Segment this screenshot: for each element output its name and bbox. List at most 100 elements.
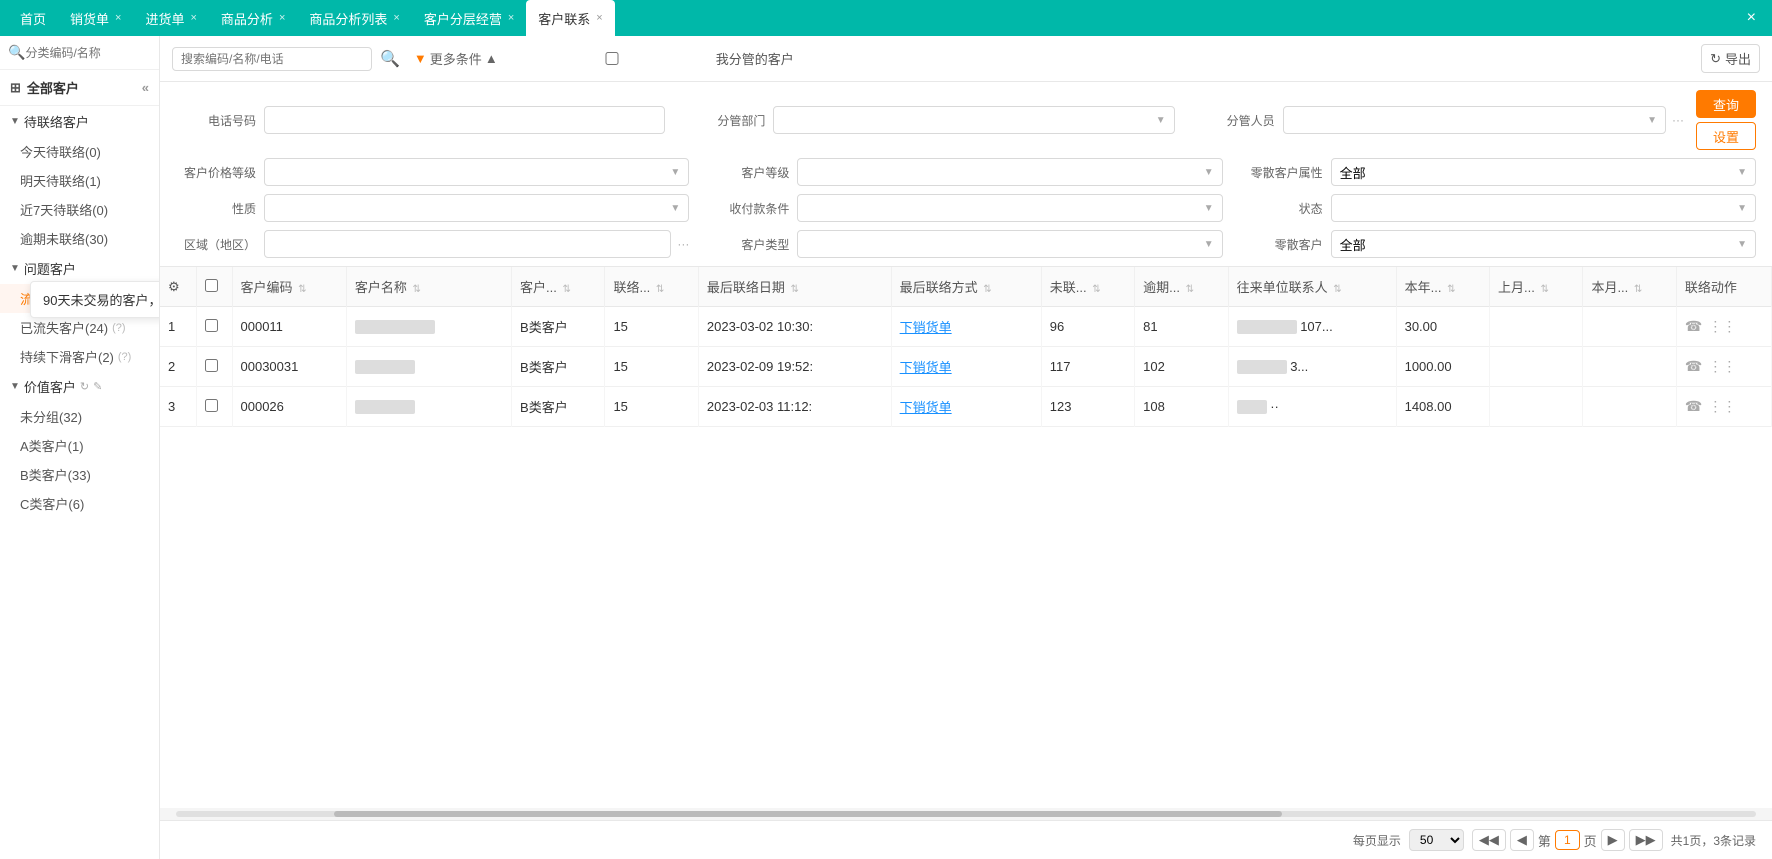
tab-customer-tier-close[interactable]: × [508, 12, 514, 24]
action-contact-icon-1[interactable]: ☎ [1685, 358, 1702, 375]
sidebar-group-problem[interactable]: ▼ 问题客户 [0, 253, 159, 284]
cell-last-method-0[interactable]: 下销货单 [891, 307, 1041, 347]
filter-input-phone[interactable] [264, 106, 665, 134]
next-page-button[interactable]: ▶ [1601, 829, 1625, 851]
action-contact-icon-0[interactable]: ☎ [1685, 318, 1702, 335]
tab-home[interactable]: 首页 [8, 0, 58, 36]
cell-not-contacted-0: 96 [1041, 307, 1134, 347]
prev-page-button[interactable]: ◀ [1510, 829, 1534, 851]
tab-customer-contact-close[interactable]: × [596, 12, 602, 24]
filter-select-person[interactable]: ▼ [1283, 106, 1666, 134]
filter-select-dept[interactable]: ▼ [773, 106, 1174, 134]
filter-select-retail[interactable]: 全部 ▼ [1331, 230, 1756, 258]
my-customers-filter[interactable]: 我分管的客户 [512, 49, 794, 68]
sidebar-item-overdue[interactable]: 逾期未联络(30) [0, 224, 159, 253]
col-this-year-label: 本年... [1405, 280, 1442, 295]
sidebar-item-class-a[interactable]: A类客户(1) [0, 431, 159, 460]
sort-icon-method[interactable]: ⇅ [983, 284, 991, 295]
tab-product-list-close[interactable]: × [393, 12, 399, 24]
sort-icon-contact-person[interactable]: ⇅ [1333, 284, 1341, 295]
sidebar-item-ungrouped[interactable]: 未分组(32) [0, 402, 159, 431]
tab-sales[interactable]: 销货单 × [58, 0, 133, 36]
sidebar-item-today[interactable]: 今天待联络(0) [0, 137, 159, 166]
last-method-link-0[interactable]: 下销货单 [900, 320, 952, 335]
row-checkbox-1[interactable] [205, 359, 218, 372]
tab-purchase[interactable]: 进货单 × [133, 0, 208, 36]
col-settings[interactable]: ⚙ [160, 267, 196, 307]
cell-checkbox-0[interactable] [196, 307, 232, 347]
filter-select-region[interactable] [264, 230, 671, 258]
filter-dots-person[interactable]: ··· [1672, 113, 1684, 127]
first-page-button[interactable]: ◀◀ [1472, 829, 1506, 851]
sidebar-group-pending[interactable]: ▼ 待联络客户 [0, 106, 159, 137]
search-button[interactable]: 🔍 [380, 49, 400, 69]
export-button[interactable]: ↻ 导出 [1701, 44, 1760, 73]
refresh-icon[interactable]: ↻ [80, 380, 89, 393]
horizontal-scrollbar[interactable] [160, 808, 1772, 820]
filter-select-status[interactable]: ▼ [1331, 194, 1756, 222]
sort-icon-contact[interactable]: ⇅ [656, 284, 664, 295]
tab-customer-tier[interactable]: 客户分层经营 × [412, 0, 526, 36]
settings-icon[interactable]: ⚙ [168, 279, 180, 294]
page-size-select[interactable]: 50 100 200 [1409, 829, 1464, 851]
sort-icon-this-month[interactable]: ⇅ [1634, 284, 1642, 295]
filter-select-type[interactable]: ▼ [797, 230, 1222, 258]
cell-contact-count-0: 15 [605, 307, 698, 347]
sidebar-item-class-b[interactable]: B类客户(33) [0, 460, 159, 489]
action-more-icon-2[interactable]: ⋮⋮ [1708, 398, 1736, 415]
row-checkbox-0[interactable] [205, 319, 218, 332]
filter-select-nature[interactable]: ▼ [264, 194, 689, 222]
sidebar-item-tomorrow[interactable]: 明天待联络(1) [0, 166, 159, 195]
sort-icon-date[interactable]: ⇅ [791, 284, 799, 295]
filter-settings-button[interactable]: 设置 [1696, 122, 1756, 150]
select-all-checkbox[interactable] [205, 279, 218, 292]
cell-last-month-0 [1490, 307, 1583, 347]
sort-icon-overdue[interactable]: ⇅ [1186, 284, 1194, 295]
tab-product-analysis-close[interactable]: × [279, 12, 285, 24]
tab-product-list[interactable]: 商品分析列表 × [297, 0, 411, 36]
filter-select-price-level[interactable]: ▼ [264, 158, 689, 186]
filter-button[interactable]: ▼ 更多条件 ▲ [408, 45, 504, 72]
cell-checkbox-2[interactable] [196, 387, 232, 427]
chevron-down-icon-nature: ▼ [670, 203, 680, 214]
col-checkbox[interactable] [196, 267, 232, 307]
tab-purchase-close[interactable]: × [190, 12, 196, 24]
sort-icon-not-contacted[interactable]: ⇅ [1092, 284, 1100, 295]
cell-checkbox-1[interactable] [196, 347, 232, 387]
sort-icon-code[interactable]: ⇅ [298, 284, 306, 295]
my-customers-checkbox[interactable] [512, 52, 712, 65]
action-more-icon-1[interactable]: ⋮⋮ [1708, 358, 1736, 375]
window-close-icon[interactable]: × [1739, 9, 1764, 27]
sidebar-item-declining[interactable]: 持续下滑客户(2) (?) [0, 342, 159, 371]
last-page-button[interactable]: ▶▶ [1629, 829, 1663, 851]
sort-icon-this-year[interactable]: ⇅ [1447, 284, 1455, 295]
sidebar-item-7days[interactable]: 近7天待联络(0) [0, 195, 159, 224]
tab-customer-contact[interactable]: 客户联系 × [526, 0, 614, 36]
filter-action-buttons: 查询 设置 [1696, 90, 1756, 150]
query-button[interactable]: 查询 [1696, 90, 1756, 118]
scroll-thumb[interactable] [334, 811, 1282, 817]
action-contact-icon-2[interactable]: ☎ [1685, 398, 1702, 415]
edit-icon[interactable]: ✎ [93, 380, 102, 393]
last-method-link-1[interactable]: 下销货单 [900, 360, 952, 375]
cell-overdue-2: 108 [1135, 387, 1228, 427]
sort-icon-type[interactable]: ⇅ [563, 284, 571, 295]
sidebar-group-value[interactable]: ▼ 价值客户 ↻ ✎ [0, 371, 159, 402]
filter-select-retail-attr[interactable]: 全部 ▼ [1331, 158, 1756, 186]
cell-last-method-1[interactable]: 下销货单 [891, 347, 1041, 387]
sort-icon-last-month[interactable]: ⇅ [1540, 284, 1548, 295]
sidebar-search-input[interactable] [25, 46, 160, 60]
filter-dots-region[interactable]: ··· [677, 237, 689, 251]
last-method-link-2[interactable]: 下销货单 [900, 400, 952, 415]
row-checkbox-2[interactable] [205, 399, 218, 412]
sidebar-item-class-c[interactable]: C类客户(6) [0, 489, 159, 518]
tab-product-analysis[interactable]: 商品分析 × [209, 0, 297, 36]
tab-sales-close[interactable]: × [115, 12, 121, 24]
action-more-icon-0[interactable]: ⋮⋮ [1708, 318, 1736, 335]
filter-select-payment[interactable]: ▼ [797, 194, 1222, 222]
filter-select-level[interactable]: ▼ [797, 158, 1222, 186]
cell-last-method-2[interactable]: 下销货单 [891, 387, 1041, 427]
sort-icon-name[interactable]: ⇅ [412, 284, 420, 295]
collapse-icon[interactable]: « [142, 80, 149, 95]
search-input[interactable] [172, 47, 372, 71]
